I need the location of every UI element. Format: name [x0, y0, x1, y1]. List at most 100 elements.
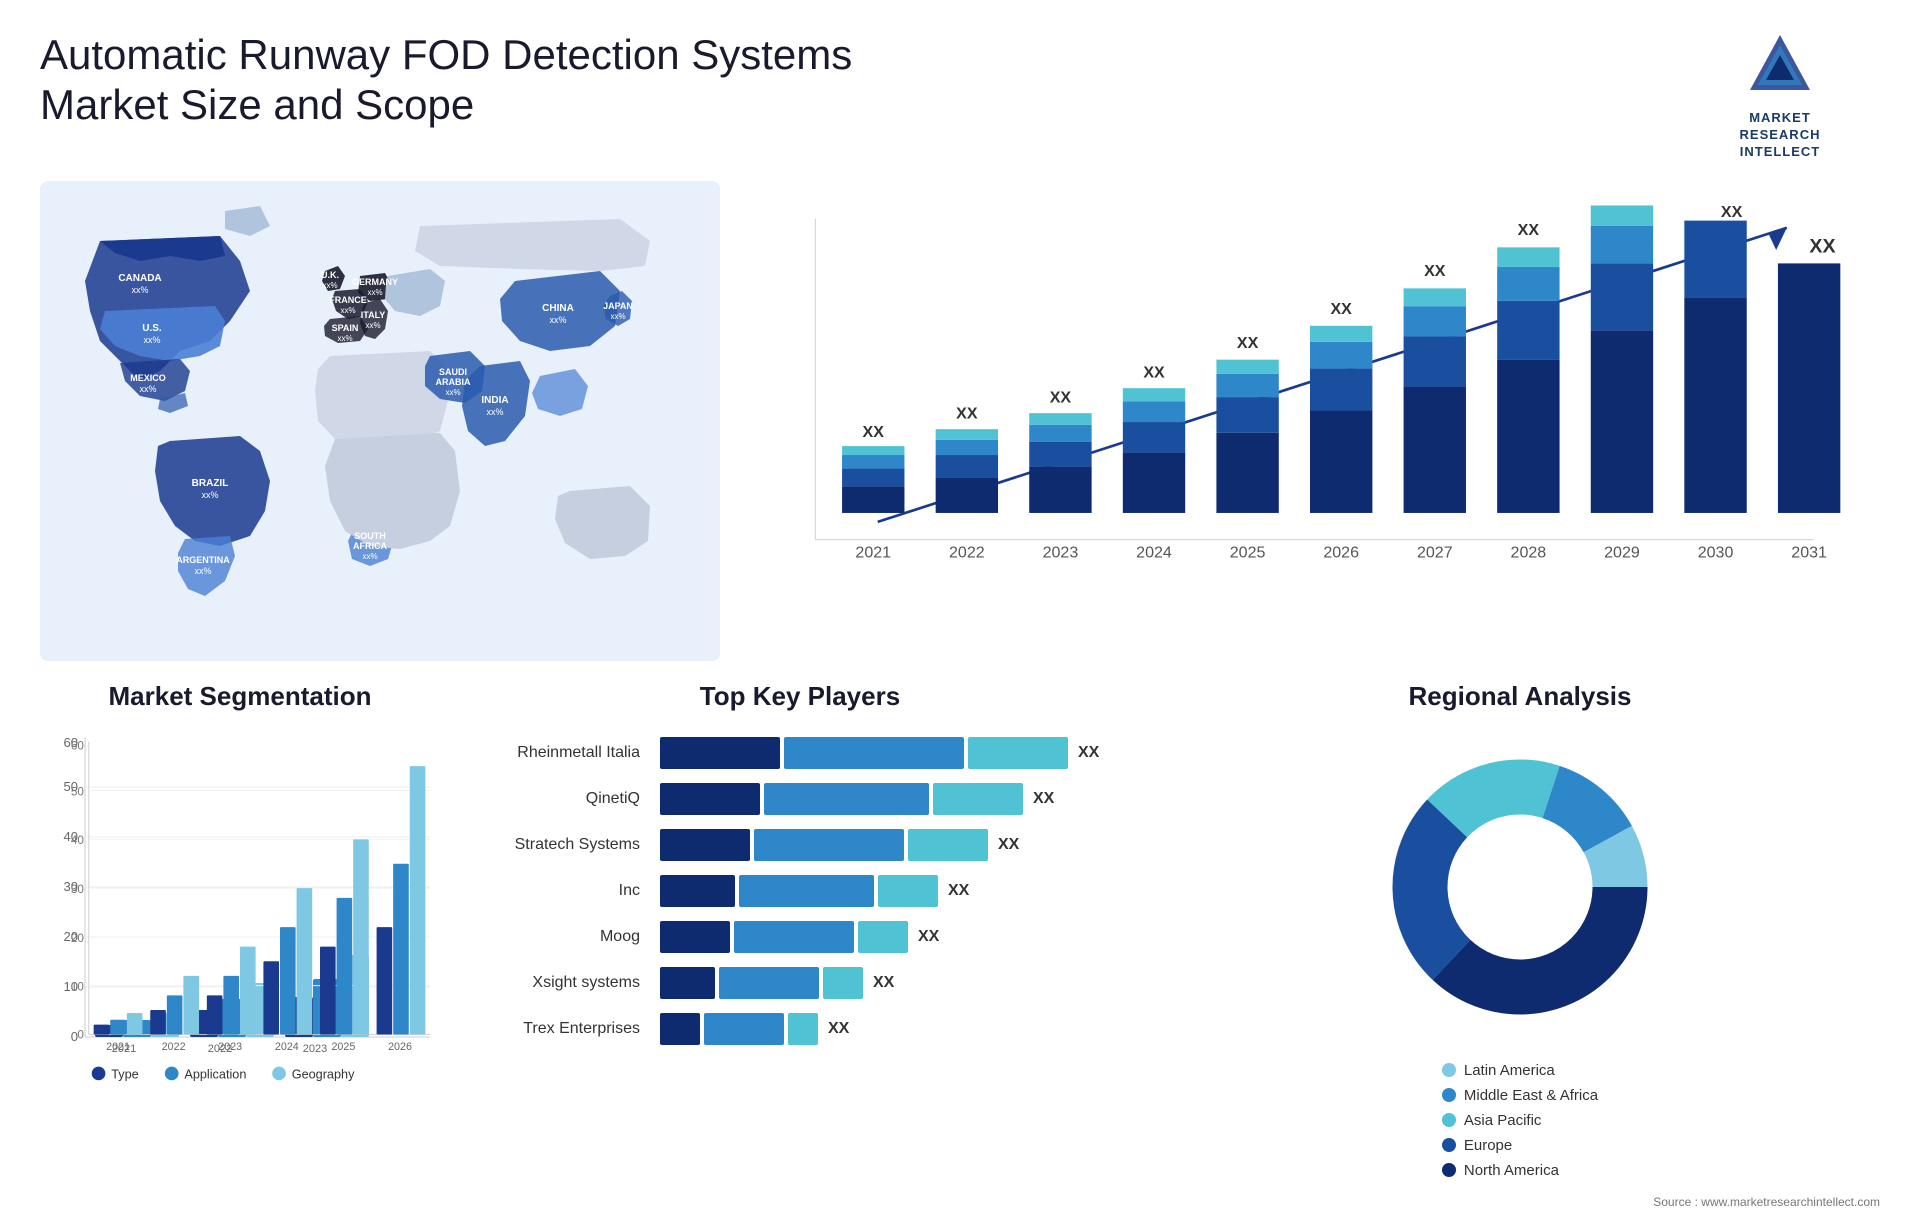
segmentation-title: Market Segmentation — [40, 681, 440, 712]
germany-label: GERMANY — [352, 277, 398, 287]
legend-label-middle-east: Middle East & Africa — [1464, 1087, 1598, 1104]
logo-area: MARKETRESEARCHINTELLECT — [1680, 30, 1880, 161]
legend-label-europe: Europe — [1464, 1137, 1512, 1154]
germany-value: xx% — [367, 288, 382, 297]
bar-2027-seg4 — [1404, 288, 1466, 306]
bar-2030-seg2 — [1684, 220, 1746, 297]
year-2030: 2030 — [1698, 543, 1734, 561]
bar-2022-seg3 — [936, 440, 998, 455]
player-name-xsight: Xsight systems — [480, 974, 650, 992]
brazil-value: xx% — [201, 490, 218, 500]
bar-2024-label: XX — [1143, 363, 1165, 381]
bar-2025-seg4 — [1216, 359, 1278, 373]
player-bar-rheinmetall: XX — [660, 737, 1120, 769]
japan-label: JAPAN — [603, 301, 633, 311]
year-2028: 2028 — [1511, 543, 1547, 561]
legend-asia-pacific: Asia Pacific — [1442, 1112, 1598, 1129]
page-title: Automatic Runway FOD Detection Systems M… — [40, 30, 940, 131]
player-value-qinetiq: XX — [1033, 790, 1054, 808]
player-bar-qinetiq: XX — [660, 783, 1120, 815]
source-text: Source : www.marketresearchintellect.com — [1160, 1195, 1880, 1209]
italy-label: ITALY — [361, 310, 386, 320]
svg-text:50: 50 — [71, 785, 85, 798]
svg-text:2026: 2026 — [388, 1041, 412, 1053]
bottom-section: Market Segmentation 0 10 20 30 40 50 60 — [40, 681, 1880, 1171]
world-map-svg: CANADA xx% U.S. xx% MEXICO xx% BRAZIL xx… — [40, 181, 720, 661]
players-list: Rheinmetall Italia XX QinetiQ XX — [460, 727, 1140, 1069]
japan-value: xx% — [610, 312, 625, 321]
bar-2029-seg1 — [1591, 330, 1653, 513]
bar-2022-seg4 — [936, 429, 998, 440]
bar-2026-seg1 — [1310, 410, 1372, 513]
bar-2021-seg4 — [842, 446, 904, 455]
player-name-rheinmetall: Rheinmetall Italia — [480, 744, 650, 762]
bar-2021-label: XX — [863, 423, 885, 441]
svg-text:AFRICA: AFRICA — [353, 541, 387, 551]
svg-text:2024: 2024 — [275, 1041, 299, 1053]
bar-2025-label: XX — [1237, 334, 1259, 352]
key-players-section: Top Key Players Rheinmetall Italia XX Qi… — [460, 681, 1140, 1171]
spain-label: SPAIN — [332, 323, 359, 333]
bar-2028-seg2 — [1497, 300, 1559, 359]
italy-value: xx% — [365, 321, 380, 330]
year-2021: 2021 — [855, 543, 891, 561]
legend-dot-latin-america — [1442, 1063, 1456, 1077]
regional-section: Regional Analysis — [1160, 681, 1880, 1171]
canada-label: CANADA — [118, 273, 161, 284]
bar-2029-seg4 — [1591, 205, 1653, 226]
player-value-xsight: XX — [873, 974, 894, 992]
header: Automatic Runway FOD Detection Systems M… — [40, 30, 1880, 161]
key-players-title: Top Key Players — [460, 681, 1140, 712]
regional-container: Latin America Middle East & Africa Asia … — [1160, 727, 1880, 1187]
bar-2028-seg4 — [1497, 247, 1559, 267]
bar-2027-label: XX — [1424, 262, 1446, 280]
svg-text:60: 60 — [71, 739, 85, 752]
svg-text:2025: 2025 — [331, 1041, 355, 1053]
legend-label-north-america: North America — [1464, 1162, 1559, 1179]
regional-title: Regional Analysis — [1160, 681, 1880, 712]
usa-label: U.S. — [142, 323, 162, 334]
legend-label-latin-america: Latin America — [1464, 1062, 1555, 1079]
china-label: CHINA — [542, 303, 574, 314]
uk-value: xx% — [322, 281, 337, 290]
bar-2029-seg2 — [1591, 263, 1653, 330]
mexico-value: xx% — [139, 384, 156, 394]
svg-text:Application: Application — [184, 1067, 246, 1081]
south-africa-value: xx% — [362, 552, 377, 561]
bar-2031-seg1 — [1778, 263, 1840, 513]
player-row-moog: Moog XX — [480, 921, 1120, 953]
year-2027: 2027 — [1417, 543, 1453, 561]
svg-text:Type: Type — [111, 1067, 138, 1081]
chart-section: XX 2021 XX 2022 XX 2023 — [740, 181, 1880, 661]
svg-text:20: 20 — [71, 931, 85, 944]
bar-2027-seg1 — [1404, 386, 1466, 513]
bar-2024-seg4 — [1123, 388, 1185, 401]
legend-dot-north-america — [1442, 1163, 1456, 1177]
player-bar-trex: XX — [660, 1013, 1120, 1045]
bar-2030-label: XX — [1721, 203, 1743, 221]
india-label: INDIA — [481, 395, 508, 406]
svg-text:2021: 2021 — [106, 1041, 130, 1053]
player-row-trex: Trex Enterprises XX — [480, 1013, 1120, 1045]
player-name-stratech: Stratech Systems — [480, 836, 650, 854]
growth-chart-svg: XX 2021 XX 2022 XX 2023 — [760, 201, 1860, 611]
legend-middle-east: Middle East & Africa — [1442, 1087, 1598, 1104]
saudi-label: SAUDI — [439, 367, 467, 377]
top-section: CANADA xx% U.S. xx% MEXICO xx% BRAZIL xx… — [40, 181, 1880, 661]
svg-text:30: 30 — [71, 883, 85, 896]
svg-text:ARABIA: ARABIA — [436, 377, 471, 387]
bar-2023-seg4 — [1029, 413, 1091, 425]
bar-2022-label: XX — [956, 404, 978, 422]
player-bar-xsight: XX — [660, 967, 1120, 999]
bar-2026-seg3 — [1310, 341, 1372, 368]
mexico-label: MEXICO — [130, 373, 166, 383]
player-bar-moog: XX — [660, 921, 1120, 953]
legend-north-america: North America — [1442, 1162, 1598, 1179]
svg-text:40: 40 — [71, 834, 85, 847]
year-2026: 2026 — [1323, 543, 1359, 561]
player-value-inc: XX — [948, 882, 969, 900]
bar-2023-label: XX — [1050, 388, 1072, 406]
brazil-label: BRAZIL — [192, 478, 229, 489]
bar-2027-seg3 — [1404, 306, 1466, 336]
india-value: xx% — [486, 407, 503, 417]
